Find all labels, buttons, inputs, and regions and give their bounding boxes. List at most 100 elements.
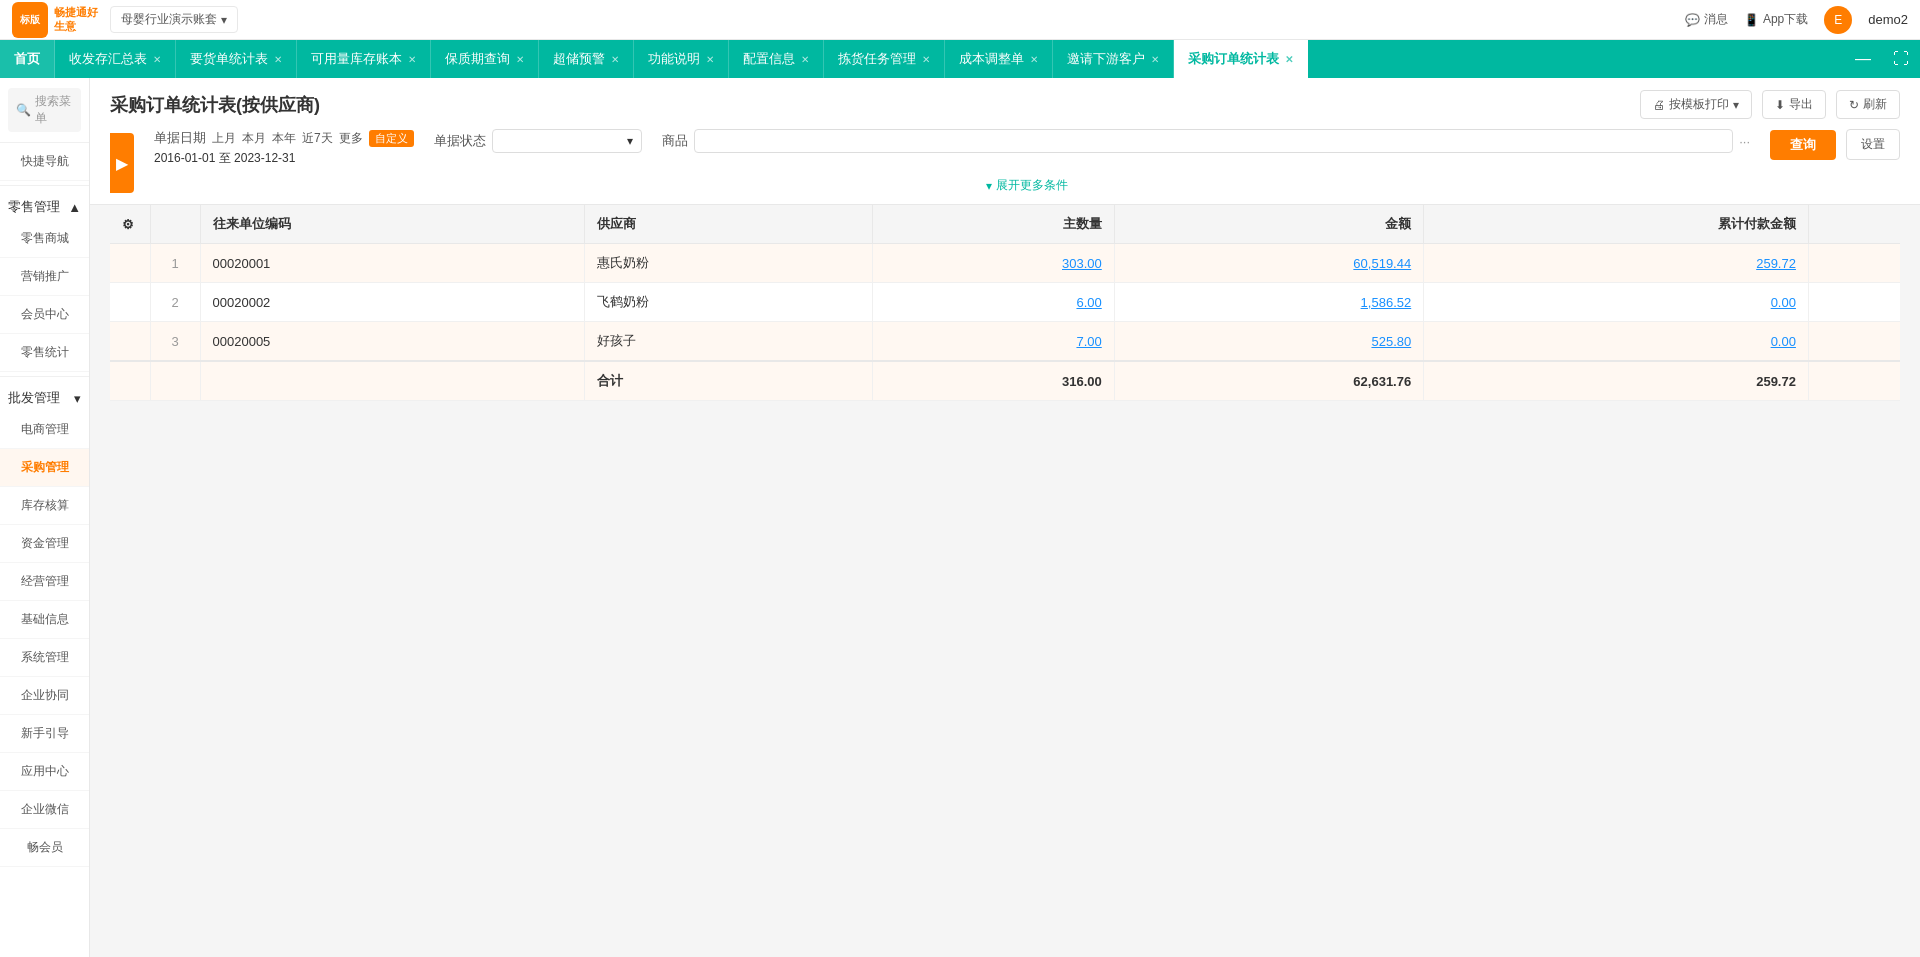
col-paid: 累计付款金额 (1424, 205, 1809, 244)
shortcut-more[interactable]: 更多 (339, 130, 363, 147)
search-button[interactable]: 查询 (1770, 130, 1836, 160)
sidebar-item-basic[interactable]: 基础信息 (0, 601, 89, 639)
cell-extra (1808, 283, 1900, 322)
cell-paid: 0.00 (1424, 283, 1809, 322)
tab-yaoqing[interactable]: 邀请下游客户 ✕ (1053, 40, 1174, 78)
col-code: 往来单位编码 (200, 205, 585, 244)
sidebar-item-ecommerce[interactable]: 电商管理 (0, 411, 89, 449)
shortcut-this-year[interactable]: 本年 (272, 130, 296, 147)
app-download-button[interactable]: 📱 App下载 (1744, 11, 1808, 28)
close-icon[interactable]: ✕ (153, 54, 161, 65)
close-icon[interactable]: ✕ (1030, 54, 1038, 65)
close-icon[interactable]: ✕ (922, 54, 930, 65)
collapse-arrow[interactable]: ▶ (110, 133, 134, 193)
tab-shoufacun[interactable]: 收发存汇总表 ✕ (55, 40, 176, 78)
sidebar-item-label: 资金管理 (21, 536, 69, 550)
sidebar-search-area[interactable]: 🔍 搜索菜单 (0, 78, 89, 143)
shortcut-last-month[interactable]: 上月 (212, 130, 236, 147)
sidebar-search-box[interactable]: 🔍 搜索菜单 (8, 88, 81, 132)
tab-chengben[interactable]: 成本调整单 ✕ (945, 40, 1053, 78)
table-footer-row: 合计 316.00 62,631.76 259.72 (110, 361, 1900, 401)
sidebar-item-label: 零售商城 (21, 231, 69, 245)
template-print-button[interactable]: 🖨 按模板打印 ▾ (1640, 90, 1752, 119)
avatar[interactable]: E (1824, 6, 1852, 34)
sidebar-item-label: 新手引导 (21, 726, 69, 740)
filter-left: 单据日期 上月 本月 本年 近7天 更多 自定义 2016-01-01 (154, 129, 1750, 167)
footer-amount: 62,631.76 (1114, 361, 1423, 401)
status-select[interactable]: ▾ (492, 129, 642, 153)
date-separator: 至 (219, 151, 234, 165)
sidebar-item-finance[interactable]: 资金管理 (0, 525, 89, 563)
search-label: 搜索菜单 (35, 93, 73, 127)
expand-label: 展开更多条件 (996, 177, 1068, 194)
chevron-down-icon: ▾ (221, 13, 227, 27)
tab-kuyong[interactable]: 可用量库存账本 ✕ (297, 40, 431, 78)
expand-more-button[interactable]: ▾ 展开更多条件 (986, 177, 1068, 194)
tab-label: 邀请下游客户 (1067, 50, 1145, 68)
cell-supplier: 惠氏奶粉 (585, 244, 873, 283)
close-icon[interactable]: ✕ (274, 54, 282, 65)
tab-home[interactable]: 首页 (0, 40, 55, 78)
message-button[interactable]: 💬 消息 (1685, 11, 1728, 28)
col-settings[interactable]: ⚙ (110, 205, 150, 244)
sidebar-item-appcenter[interactable]: 应用中心 (0, 753, 89, 791)
setting-button[interactable]: 设置 (1846, 129, 1900, 160)
shortcut-7days[interactable]: 近7天 (302, 130, 333, 147)
chevron-down-icon: ▾ (1733, 98, 1739, 112)
tab-baozhiqi[interactable]: 保质期查询 ✕ (431, 40, 539, 78)
col-extra (1808, 205, 1900, 244)
sidebar-item-retailstat[interactable]: 零售统计 (0, 334, 89, 372)
col-qty: 主数量 (872, 205, 1114, 244)
expand-more-section: ▾ 展开更多条件 (154, 173, 1900, 194)
date-label: 单据日期 (154, 129, 206, 147)
sidebar-item-quicknav[interactable]: 快捷导航 (0, 143, 89, 181)
shortcut-this-month[interactable]: 本月 (242, 130, 266, 147)
sidebar-section-wholesale[interactable]: 批发管理 ▾ (0, 381, 89, 411)
close-icon[interactable]: ✕ (801, 54, 809, 65)
goods-input[interactable] (694, 129, 1733, 153)
tab-label: 收发存汇总表 (69, 50, 147, 68)
tab-jianhuo[interactable]: 拣货任务管理 ✕ (824, 40, 945, 78)
table-row: 3 00020005 好孩子 7.00 525.80 0.00 (110, 322, 1900, 362)
close-icon[interactable]: ✕ (408, 54, 416, 65)
close-icon[interactable]: ✕ (706, 54, 714, 65)
cell-supplier: 好孩子 (585, 322, 873, 362)
tab-caigou-active[interactable]: 采购订单统计表 ✕ (1174, 40, 1308, 78)
sidebar-item-label: 电商管理 (21, 422, 69, 436)
sidebar-item-operations[interactable]: 经营管理 (0, 563, 89, 601)
workspace-selector[interactable]: 母婴行业演示账套 ▾ (110, 6, 238, 33)
tab-maximize-button[interactable]: ⛶ (1882, 40, 1920, 78)
tab-label: 采购订单统计表 (1188, 50, 1279, 68)
tab-minimize-button[interactable]: — (1844, 40, 1882, 78)
cell-extra (1808, 244, 1900, 283)
sidebar-item-retailshop[interactable]: 零售商城 (0, 220, 89, 258)
sidebar-item-wechat[interactable]: 企业微信 (0, 791, 89, 829)
footer-index (150, 361, 200, 401)
close-icon[interactable]: ✕ (611, 54, 619, 65)
close-icon[interactable]: ✕ (1285, 54, 1293, 65)
more-filters-icon[interactable]: ··· (1739, 134, 1750, 149)
cell-qty: 7.00 (872, 322, 1114, 362)
search-icon: 🔍 (16, 103, 31, 117)
sidebar-item-member2[interactable]: 畅会员 (0, 829, 89, 867)
sidebar-item-newbie[interactable]: 新手引导 (0, 715, 89, 753)
sidebar-item-purchase[interactable]: 采购管理 (0, 449, 89, 487)
tab-gongneng[interactable]: 功能说明 ✕ (634, 40, 729, 78)
tab-yaohuo[interactable]: 要货单统计表 ✕ (176, 40, 297, 78)
tab-peizhi[interactable]: 配置信息 ✕ (729, 40, 824, 78)
sidebar-item-label: 会员中心 (21, 307, 69, 321)
sidebar-item-collab[interactable]: 企业协同 (0, 677, 89, 715)
footer-supplier: 合计 (585, 361, 873, 401)
sidebar-item-marketing[interactable]: 营销推广 (0, 258, 89, 296)
table-row: 2 00020002 飞鹤奶粉 6.00 1,586.52 0.00 (110, 283, 1900, 322)
sidebar-item-system[interactable]: 系统管理 (0, 639, 89, 677)
close-icon[interactable]: ✕ (1151, 54, 1159, 65)
sidebar-section-retail[interactable]: 零售管理 ▲ (0, 190, 89, 220)
close-icon[interactable]: ✕ (516, 54, 524, 65)
refresh-button[interactable]: ↻ 刷新 (1836, 90, 1900, 119)
tab-chaochu[interactable]: 超储预警 ✕ (539, 40, 634, 78)
sidebar-item-member[interactable]: 会员中心 (0, 296, 89, 334)
export-button[interactable]: ⬇ 导出 (1762, 90, 1826, 119)
export-icon: ⬇ (1775, 98, 1785, 112)
sidebar-item-inventory[interactable]: 库存核算 (0, 487, 89, 525)
